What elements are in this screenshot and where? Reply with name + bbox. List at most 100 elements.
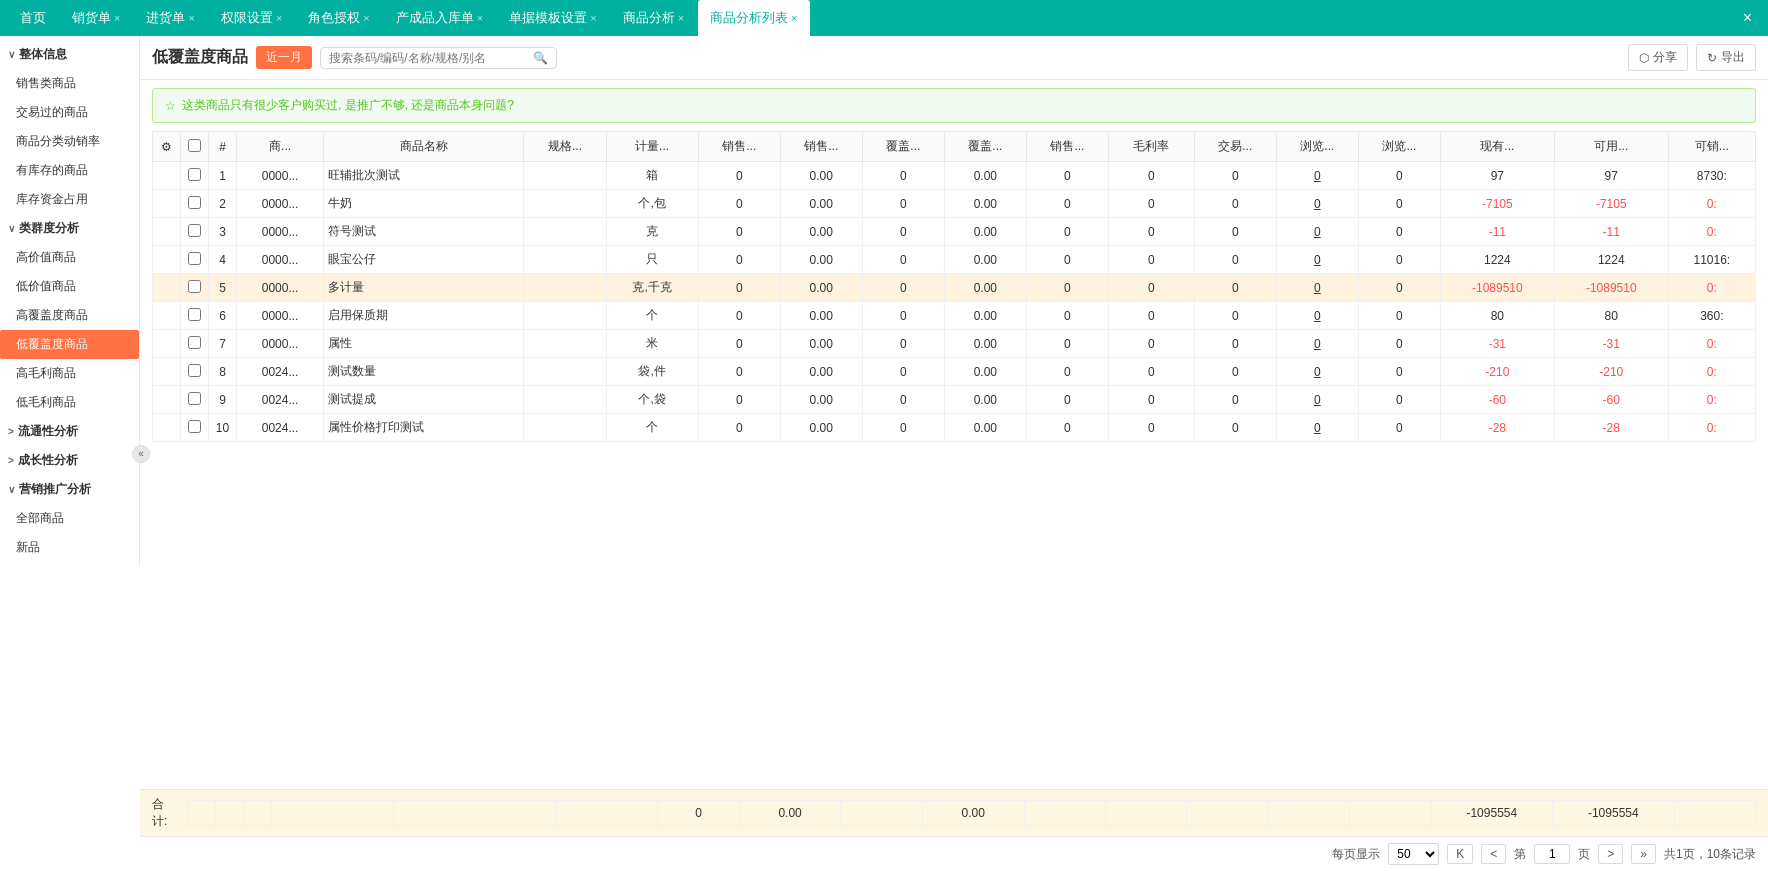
- row-check[interactable]: [181, 330, 209, 358]
- sidebar-item-high-coverage[interactable]: 高覆盖度商品: [0, 301, 139, 330]
- select-all-checkbox[interactable]: [188, 139, 201, 152]
- sidebar-section-cluster[interactable]: ∨ 类群度分析: [0, 214, 139, 243]
- nav-close-permissions[interactable]: ×: [276, 12, 282, 24]
- sidebar-section-growth[interactable]: > 成长性分析: [0, 446, 139, 475]
- table-row: 4 0000... 眼宝公仔 只 0 0.00 0 0.00 0 0 0 0 0…: [153, 246, 1756, 274]
- col-sales-amt: 销售...: [780, 132, 862, 162]
- row-checkbox[interactable]: [188, 280, 201, 293]
- window-close-icon[interactable]: ×: [1735, 9, 1760, 27]
- nav-item-templates[interactable]: 单据模板设置 ×: [497, 0, 608, 36]
- prev-page-button[interactable]: <: [1481, 844, 1506, 864]
- nav-close-purchase[interactable]: ×: [188, 12, 194, 24]
- row-sales-qty: 0: [698, 302, 780, 330]
- nav-item-purchase[interactable]: 进货单 ×: [134, 0, 206, 36]
- row-check[interactable]: [181, 358, 209, 386]
- sidebar-section-marketing[interactable]: ∨ 营销推广分析: [0, 475, 139, 504]
- nav-close-roles[interactable]: ×: [363, 12, 369, 24]
- next-page-button[interactable]: >: [1598, 844, 1623, 864]
- export-button[interactable]: ↻ 导出: [1696, 44, 1756, 71]
- nav-close-products[interactable]: ×: [477, 12, 483, 24]
- per-page-select[interactable]: 20 50 100: [1388, 843, 1439, 865]
- row-check[interactable]: [181, 246, 209, 274]
- row-browse1[interactable]: 0: [1276, 414, 1358, 442]
- row-sales-amt: 0.00: [780, 330, 862, 358]
- row-check[interactable]: [181, 302, 209, 330]
- sidebar-item-traded-goods[interactable]: 交易过的商品: [0, 98, 139, 127]
- sidebar-item-category-rate[interactable]: 商品分类动销率: [0, 127, 139, 156]
- footer-totals: 合计: 0 0.00 0.00: [140, 789, 1768, 836]
- row-browse1[interactable]: 0: [1276, 246, 1358, 274]
- nav-item-analysis-list[interactable]: 商品分析列表 ×: [698, 0, 809, 36]
- row-settings: [153, 162, 181, 190]
- row-browse1[interactable]: 0: [1276, 358, 1358, 386]
- sidebar-item-stock-capital[interactable]: 库存资金占用: [0, 185, 139, 214]
- row-checkbox[interactable]: [188, 364, 201, 377]
- nav-close-templates[interactable]: ×: [590, 12, 596, 24]
- row-checkbox[interactable]: [188, 196, 201, 209]
- row-browse1[interactable]: 0: [1276, 162, 1358, 190]
- col-settings[interactable]: ⚙: [153, 132, 181, 162]
- row-gross: 0: [1108, 246, 1194, 274]
- sidebar-item-high-margin[interactable]: 高毛利商品: [0, 359, 139, 388]
- nav-item-sales[interactable]: 销货单 ×: [60, 0, 132, 36]
- content-area: 低覆盖度商品 近一月 🔍 ⬡ 分享 ↻ 导出 ☆ 这类商品: [140, 36, 1768, 871]
- row-browse1[interactable]: 0: [1276, 386, 1358, 414]
- search-input[interactable]: [329, 51, 529, 65]
- sidebar-item-new-goods[interactable]: 新品: [0, 533, 139, 562]
- row-sales-amt: 0.00: [780, 190, 862, 218]
- sidebar-section-overall[interactable]: ∨ 整体信息: [0, 40, 139, 69]
- row-sales-qty: 0: [698, 190, 780, 218]
- nav-item-analysis[interactable]: 商品分析 ×: [611, 0, 696, 36]
- row-cover2: 0.00: [944, 358, 1026, 386]
- row-saleable: 0:: [1668, 386, 1755, 414]
- last-page-button[interactable]: »: [1631, 844, 1656, 864]
- row-check[interactable]: [181, 274, 209, 302]
- row-check[interactable]: [181, 386, 209, 414]
- sidebar-item-low-coverage[interactable]: 低覆盖度商品: [0, 330, 139, 359]
- search-icon[interactable]: 🔍: [533, 51, 548, 65]
- row-checkbox[interactable]: [188, 252, 201, 265]
- row-saleable: 0:: [1668, 414, 1755, 442]
- nav-item-products[interactable]: 产成品入库单 ×: [384, 0, 495, 36]
- table-row: 5 0000... 多计量 克,千克 0 0.00 0 0.00 0 0 0 0…: [153, 274, 1756, 302]
- nav-item-permissions[interactable]: 权限设置 ×: [209, 0, 294, 36]
- sidebar-item-high-value[interactable]: 高价值商品: [0, 243, 139, 272]
- row-check[interactable]: [181, 414, 209, 442]
- sidebar-item-all-goods[interactable]: 全部商品: [0, 504, 139, 533]
- row-checkbox[interactable]: [188, 168, 201, 181]
- sidebar-section-flow[interactable]: > 流通性分析: [0, 417, 139, 446]
- nav-item-home[interactable]: 首页: [8, 0, 58, 36]
- col-trade: 交易...: [1194, 132, 1276, 162]
- row-browse1[interactable]: 0: [1276, 330, 1358, 358]
- sidebar-item-low-margin[interactable]: 低毛利商品: [0, 388, 139, 417]
- row-check[interactable]: [181, 218, 209, 246]
- row-check[interactable]: [181, 162, 209, 190]
- row-checkbox[interactable]: [188, 420, 201, 433]
- nav-close-analysis[interactable]: ×: [678, 12, 684, 24]
- nav-item-roles[interactable]: 角色授权 ×: [296, 0, 381, 36]
- row-browse1[interactable]: 0: [1276, 302, 1358, 330]
- row-trade: 0: [1194, 414, 1276, 442]
- page-input[interactable]: [1534, 844, 1570, 864]
- row-checkbox[interactable]: [188, 392, 201, 405]
- row-checkbox[interactable]: [188, 224, 201, 237]
- share-button[interactable]: ⬡ 分享: [1628, 44, 1688, 71]
- row-browse1[interactable]: 0: [1276, 218, 1358, 246]
- row-check[interactable]: [181, 190, 209, 218]
- sidebar-collapse-button[interactable]: «: [132, 445, 150, 463]
- row-current: -7105: [1440, 190, 1554, 218]
- first-page-button[interactable]: K: [1447, 844, 1473, 864]
- sidebar-item-sales-goods[interactable]: 销售类商品: [0, 69, 139, 98]
- section-arrow-growth: >: [8, 455, 14, 466]
- row-sales3: 0: [1026, 302, 1108, 330]
- time-filter-button[interactable]: 近一月: [256, 46, 312, 69]
- nav-close-analysis-list[interactable]: ×: [791, 12, 797, 24]
- row-checkbox[interactable]: [188, 336, 201, 349]
- nav-close-sales[interactable]: ×: [114, 12, 120, 24]
- row-browse1[interactable]: 0: [1276, 190, 1358, 218]
- row-browse1[interactable]: 0: [1276, 274, 1358, 302]
- row-browse2: 0: [1358, 414, 1440, 442]
- row-checkbox[interactable]: [188, 308, 201, 321]
- sidebar-item-low-value[interactable]: 低价值商品: [0, 272, 139, 301]
- sidebar-item-in-stock[interactable]: 有库存的商品: [0, 156, 139, 185]
